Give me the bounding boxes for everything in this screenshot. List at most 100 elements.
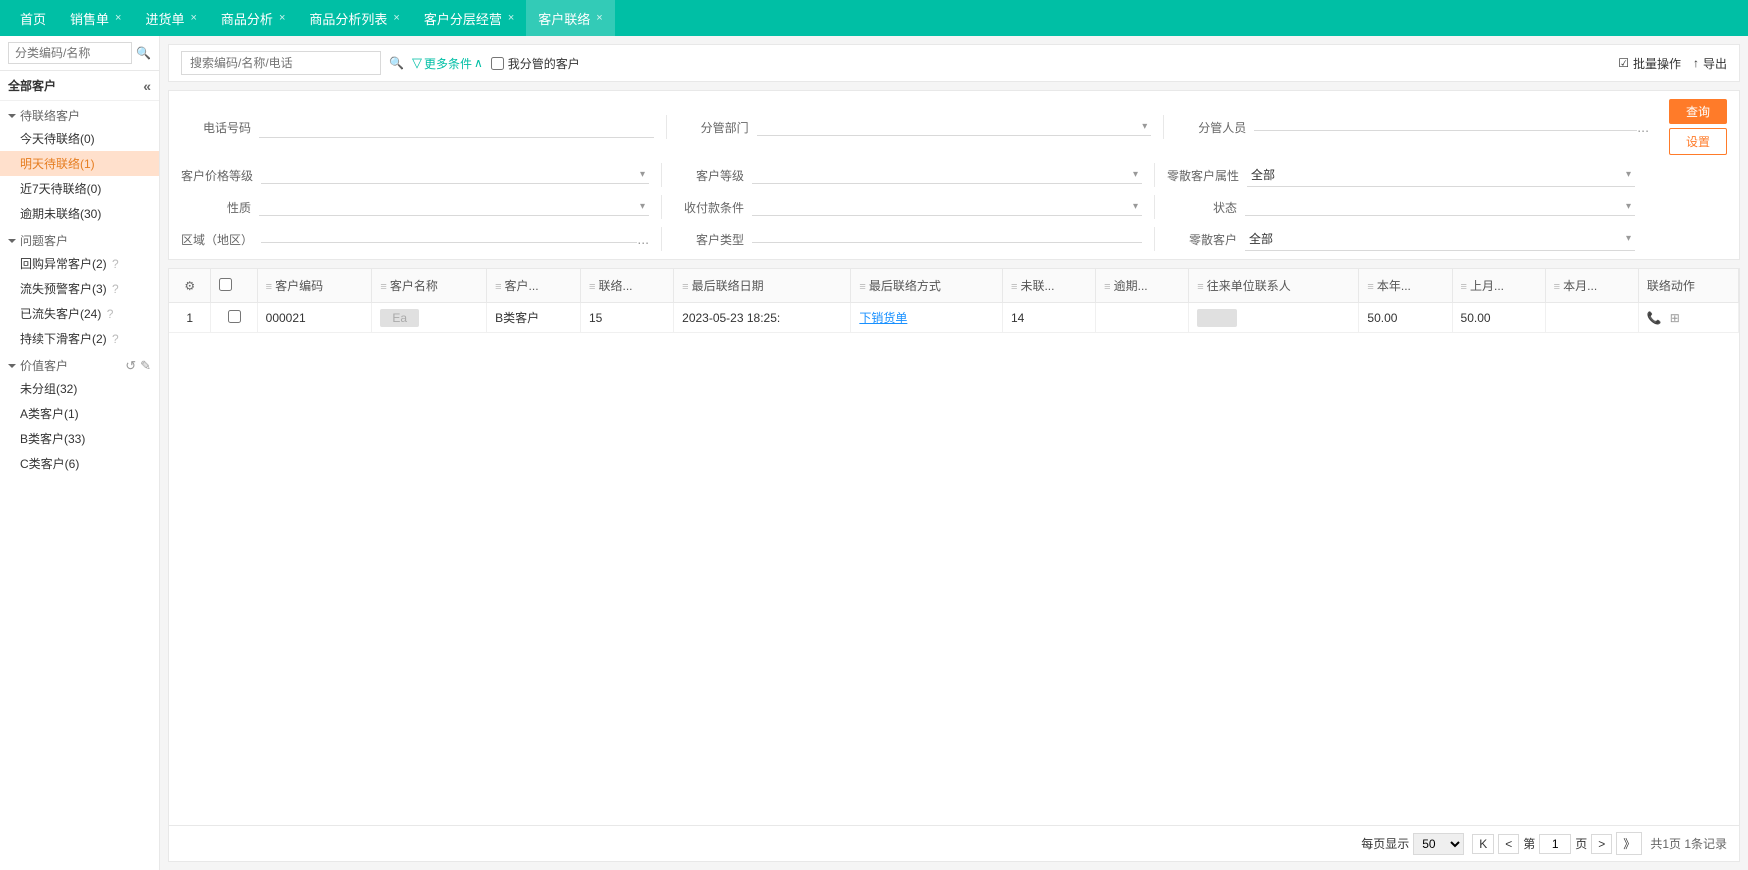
col-type[interactable]: 客户...	[487, 269, 581, 303]
sidebar-item-classA[interactable]: A类客户(1)	[0, 401, 159, 426]
last-page-btn[interactable]: 》	[1616, 832, 1642, 855]
per-page-dropdown[interactable]: 50 100 200	[1413, 833, 1464, 855]
filter-payment-select[interactable]: ▾	[752, 198, 1142, 216]
batch-op-btn[interactable]: ☑ 批量操作	[1618, 55, 1681, 72]
col-last-method[interactable]: 最后联络方式	[851, 269, 1003, 303]
row-overdue	[1096, 303, 1189, 333]
chevron-down-icon-3: ▾	[1133, 169, 1138, 180]
row-checkbox-cell	[211, 303, 257, 333]
nav-sales-close[interactable]: ×	[115, 12, 121, 24]
col-checkbox	[211, 269, 257, 303]
filter-row-3: 性质 ▾ 收付款条件 ▾ 状态	[181, 195, 1727, 219]
sidebar-all-customers[interactable]: 全部客户 «	[0, 71, 159, 101]
refresh-icon[interactable]: ↺	[125, 358, 136, 374]
query-button[interactable]: 查询	[1669, 99, 1727, 124]
sidebar-item-lost[interactable]: 已流失客户(24) ?	[0, 301, 159, 326]
filter-nature-label: 性质	[181, 199, 251, 216]
col-not-contacted[interactable]: 未联...	[1002, 269, 1095, 303]
sidebar-search-input[interactable]	[8, 42, 132, 64]
nav-product-analysis-close[interactable]: ×	[279, 12, 285, 24]
filter-region: 区域（地区） ...	[181, 231, 649, 248]
table-scroll-area[interactable]: ⚙ 客户编码 客户名称 客户... 联络... 最后联络日期 最后联络方式 未联…	[169, 269, 1739, 825]
nav-home[interactable]: 首页	[8, 0, 58, 36]
filter-row-1: 电话号码 分管部门 ▾ 分管人员 ...	[181, 99, 1727, 155]
col-contact-person[interactable]: 往来单位联系人	[1189, 269, 1359, 303]
col-contact[interactable]: 联络...	[581, 269, 674, 303]
filter-icon: ▽	[412, 55, 422, 71]
filter-status: 状态 ▾	[1167, 198, 1635, 216]
manager-dots-btn[interactable]: ...	[1637, 119, 1649, 135]
sidebar-item-classB[interactable]: B类客户(33)	[0, 426, 159, 451]
filter-phone-label: 电话号码	[181, 119, 251, 136]
chevron-down-icon-6: ▾	[1133, 201, 1138, 212]
footer-bar: 每页显示 50 100 200 K < 第 页 > 》 共1页 1条记录	[169, 825, 1739, 861]
sidebar-item-tomorrow[interactable]: 明天待联络(1)	[0, 151, 159, 176]
col-last-date[interactable]: 最后联络日期	[674, 269, 851, 303]
phone-icon[interactable]: 📞	[1647, 311, 1662, 325]
nav-customer-contact[interactable]: 客户联络 ×	[526, 0, 614, 36]
nav-customer-contact-close[interactable]: ×	[596, 12, 602, 24]
page-number-input[interactable]	[1539, 834, 1571, 854]
table-card: ⚙ 客户编码 客户名称 客户... 联络... 最后联络日期 最后联络方式 未联…	[168, 268, 1740, 862]
prev-page-btn[interactable]: <	[1498, 834, 1519, 854]
sidebar-item-abnormal[interactable]: 回购异常客户(2) ?	[0, 251, 159, 276]
sidebar-item-ungrouped[interactable]: 未分组(32)	[0, 376, 159, 401]
filter-customer-type-select[interactable]	[752, 236, 1142, 243]
filter-price-level-select[interactable]: ▾	[261, 166, 649, 184]
row-action: 📞 ⊞	[1638, 303, 1738, 333]
col-this-year[interactable]: 本年...	[1359, 269, 1452, 303]
filter-customer-type-label: 客户类型	[674, 231, 744, 248]
search-input[interactable]	[181, 51, 381, 75]
sidebar-item-classC[interactable]: C类客户(6)	[0, 451, 159, 476]
next-page-btn[interactable]: >	[1591, 834, 1612, 854]
nav-purchase-close[interactable]: ×	[190, 12, 196, 24]
filter-manager-select[interactable]	[1254, 124, 1637, 131]
col-name[interactable]: 客户名称	[372, 269, 487, 303]
first-page-btn[interactable]: K	[1472, 834, 1494, 854]
filter-phone-input[interactable]	[259, 117, 654, 138]
nav-product-analysis-list-close[interactable]: ×	[393, 12, 399, 24]
filter-customer-level-select[interactable]: ▾	[752, 166, 1142, 184]
filter-bar: 🔍 ▽ 更多条件 ∧ 我分管的客户 ☑ 批量操作 ↑ 导出	[168, 44, 1740, 82]
col-this-month[interactable]: 本月...	[1545, 269, 1638, 303]
search-button[interactable]: 🔍	[389, 56, 404, 70]
my-customers-checkbox[interactable]: 我分管的客户	[491, 55, 580, 72]
col-last-month[interactable]: 上月...	[1452, 269, 1545, 303]
sidebar-item-declining[interactable]: 持续下滑客户(2) ?	[0, 326, 159, 351]
filter-retail-attr-select[interactable]: 全部 ▾	[1247, 163, 1635, 187]
row-this-year: 50.00	[1359, 303, 1452, 333]
col-overdue[interactable]: 逾期...	[1096, 269, 1189, 303]
nav-product-analysis[interactable]: 商品分析 ×	[209, 0, 297, 36]
sidebar-item-overdue[interactable]: 逾期未联络(30)	[0, 201, 159, 226]
my-customers-check[interactable]	[491, 57, 504, 70]
export-btn[interactable]: ↑ 导出	[1693, 55, 1727, 72]
filter-region-select[interactable]	[261, 236, 637, 243]
last-method-link[interactable]: 下销货单	[859, 311, 907, 325]
sidebar-item-warning[interactable]: 流失预警客户(3) ?	[0, 276, 159, 301]
set-button[interactable]: 设置	[1669, 128, 1727, 155]
col-settings[interactable]: ⚙	[169, 269, 211, 303]
row-checkbox[interactable]	[228, 310, 241, 323]
filter-status-select[interactable]: ▾	[1245, 198, 1635, 216]
nav-sales[interactable]: 销售单 ×	[58, 0, 133, 36]
total-records: 共1页 1条记录	[1650, 835, 1727, 852]
edit-icon[interactable]: ✎	[140, 358, 151, 374]
filter-nature-select[interactable]: ▾	[259, 198, 649, 216]
more-conditions-btn[interactable]: ▽ 更多条件 ∧	[412, 55, 483, 72]
col-code[interactable]: 客户编码	[257, 269, 372, 303]
filter-dept-label: 分管部门	[679, 119, 749, 136]
filter-dept-select[interactable]: ▾	[757, 118, 1152, 136]
filter-retail-customer-select[interactable]: 全部 ▾	[1245, 227, 1635, 251]
nav-customer-tier[interactable]: 客户分层经营 ×	[412, 0, 526, 36]
region-dots-btn[interactable]: ...	[637, 231, 649, 247]
grid-icon[interactable]: ⊞	[1670, 311, 1680, 325]
filter-customer-type: 客户类型	[674, 231, 1142, 248]
filter-dept: 分管部门 ▾	[679, 118, 1152, 136]
select-all-checkbox[interactable]	[219, 278, 232, 291]
sidebar-item-today[interactable]: 今天待联络(0)	[0, 126, 159, 151]
nav-product-analysis-list[interactable]: 商品分析列表 ×	[297, 0, 411, 36]
nav-purchase[interactable]: 进货单 ×	[133, 0, 208, 36]
sidebar-search-icon[interactable]: 🔍	[136, 46, 151, 60]
sidebar-item-week[interactable]: 近7天待联络(0)	[0, 176, 159, 201]
nav-customer-tier-close[interactable]: ×	[508, 12, 514, 24]
